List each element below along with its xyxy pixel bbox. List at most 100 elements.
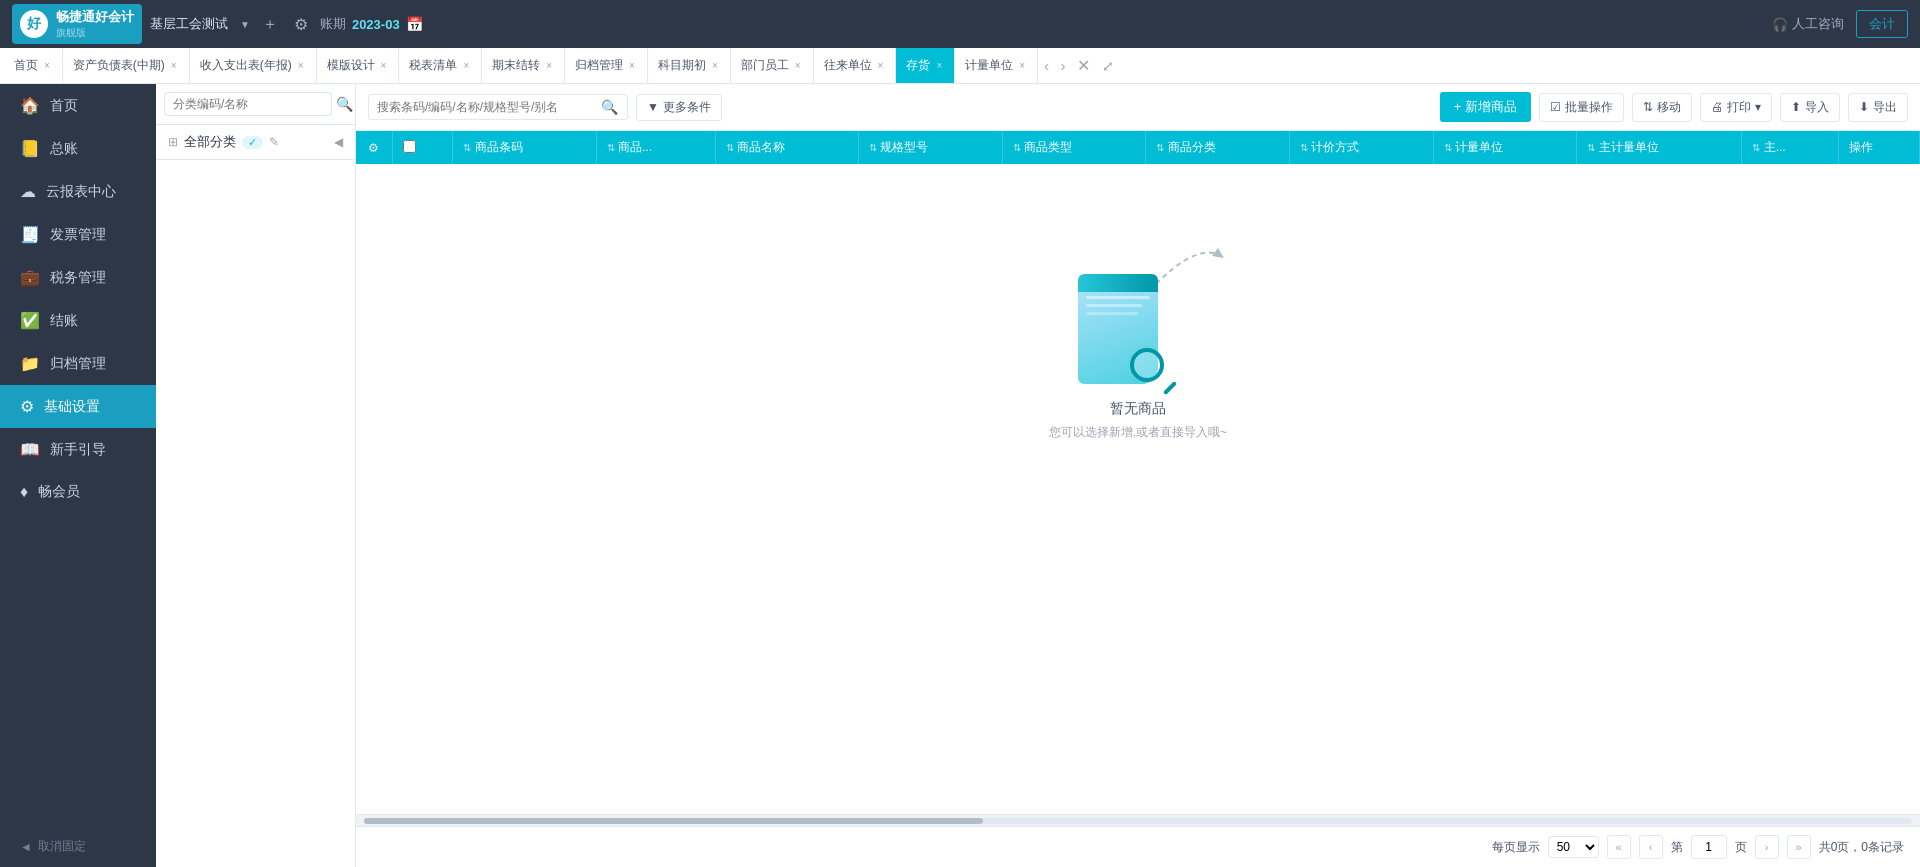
first-page-btn[interactable]: «: [1607, 835, 1631, 859]
tab-template[interactable]: 模版设计 ×: [317, 48, 400, 84]
sort-icon[interactable]: ⇅: [463, 142, 471, 153]
sidebar-item-archive[interactable]: 📁 归档管理: [0, 342, 156, 385]
category-header: ⊞ 全部分类 ✓ ✎ ◀: [156, 125, 355, 160]
sidebar-item-tax[interactable]: 💼 税务管理: [0, 256, 156, 299]
empty-illustration: [1058, 244, 1218, 384]
scrollbar-track[interactable]: [364, 818, 1912, 824]
sort-icon-10[interactable]: ⇅: [1752, 142, 1760, 153]
tab-inventory-close[interactable]: ×: [934, 60, 944, 71]
move-button[interactable]: ⇅ 移动: [1632, 93, 1692, 122]
company-name[interactable]: 基层工会测试: [150, 15, 228, 33]
tab-home-close[interactable]: ×: [42, 60, 52, 71]
export-button[interactable]: ⬇ 导出: [1848, 93, 1908, 122]
tab-tax-close[interactable]: ×: [461, 60, 471, 71]
tab-nav-right[interactable]: ›: [1055, 58, 1072, 74]
calendar-icon[interactable]: 📅: [406, 16, 423, 32]
sort-icon-5[interactable]: ⇅: [1013, 142, 1021, 153]
tab-period-end-close[interactable]: ×: [544, 60, 554, 71]
close-icon: ✅: [20, 311, 40, 330]
horizontal-scrollbar[interactable]: [356, 814, 1920, 826]
select-all-checkbox[interactable]: [403, 140, 416, 153]
sort-icon-8[interactable]: ⇅: [1444, 142, 1452, 153]
company-dropdown-icon[interactable]: ▼: [240, 19, 250, 30]
sidebar-item-member[interactable]: ♦ 畅会员: [0, 471, 156, 513]
main-search-icon[interactable]: 🔍: [601, 99, 618, 115]
tab-expand-icon[interactable]: ⤢: [1096, 58, 1120, 74]
table-settings-icon[interactable]: ⚙: [368, 141, 379, 155]
print-button[interactable]: 🖨 打印 ▾: [1700, 93, 1772, 122]
page-number-input[interactable]: 1: [1691, 835, 1727, 859]
page-label: 第: [1671, 839, 1683, 856]
main-search-box: 🔍: [368, 94, 628, 120]
tab-home-label: 首页: [14, 57, 38, 74]
toolbar: 🔍 ▼ 更多条件 + 新增商品 ☑ 批量操作: [356, 84, 1920, 131]
tab-subject-close[interactable]: ×: [710, 60, 720, 71]
tab-income-close[interactable]: ×: [296, 60, 306, 71]
tab-close-all[interactable]: ✕: [1071, 56, 1096, 75]
sidebar-item-home[interactable]: 🏠 首页: [0, 84, 156, 127]
tab-unit[interactable]: 计量单位 ×: [955, 48, 1038, 84]
main-search-input[interactable]: [377, 100, 597, 114]
sidebar-item-guide[interactable]: 📖 新手引导: [0, 428, 156, 471]
sidebar-item-settings[interactable]: ⚙ 基础设置: [0, 385, 156, 428]
period-value[interactable]: 2023-03: [352, 17, 400, 32]
filter-button[interactable]: ▼ 更多条件: [636, 94, 722, 121]
page-suffix: 页: [1735, 839, 1747, 856]
sort-icon-6[interactable]: ⇅: [1156, 142, 1164, 153]
add-tab-icon[interactable]: ＋: [258, 10, 282, 39]
left-search-box: 🔍: [156, 84, 355, 125]
cloud-icon: ☁: [20, 182, 36, 201]
service-button[interactable]: 🎧 人工咨询: [1772, 15, 1844, 33]
tab-unit-label: 计量单位: [965, 57, 1013, 74]
sort-icon-7[interactable]: ⇅: [1300, 142, 1308, 153]
batch-button[interactable]: ☑ 批量操作: [1539, 93, 1624, 122]
category-search-input[interactable]: [164, 92, 332, 116]
sidebar-item-close[interactable]: ✅ 结账: [0, 299, 156, 342]
settings-icon[interactable]: ⚙: [290, 11, 312, 38]
tab-archive-close[interactable]: ×: [627, 60, 637, 71]
tab-income[interactable]: 收入支出表(年报) ×: [190, 48, 317, 84]
sort-icon-2[interactable]: ⇅: [607, 142, 615, 153]
th-checkbox[interactable]: [392, 131, 453, 164]
tab-subject[interactable]: 科目期初 ×: [648, 48, 731, 84]
th-settings[interactable]: ⚙: [356, 131, 392, 164]
tab-contacts-close[interactable]: ×: [876, 60, 886, 71]
tab-home[interactable]: 首页 ×: [4, 48, 63, 84]
ledger-icon: 📒: [20, 139, 40, 158]
sidebar-item-invoice[interactable]: 🧾 发票管理: [0, 213, 156, 256]
tab-dept[interactable]: 部门员工 ×: [731, 48, 814, 84]
tab-dept-close[interactable]: ×: [793, 60, 803, 71]
prev-page-btn[interactable]: ‹: [1639, 835, 1663, 859]
add-product-button[interactable]: + 新增商品: [1440, 92, 1531, 122]
import-button[interactable]: ⬆ 导入: [1780, 93, 1840, 122]
sidebar-item-report[interactable]: ☁ 云报表中心: [0, 170, 156, 213]
edit-category-icon[interactable]: ✎: [269, 135, 279, 149]
tab-tax[interactable]: 税表清单 ×: [399, 48, 482, 84]
collapse-panel-icon[interactable]: ◀: [334, 135, 343, 149]
tab-unit-close[interactable]: ×: [1017, 60, 1027, 71]
tab-inventory[interactable]: 存货 ×: [896, 48, 955, 84]
sort-icon-9[interactable]: ⇅: [1587, 142, 1595, 153]
tab-balance-close[interactable]: ×: [169, 60, 179, 71]
tab-balance-sheet[interactable]: 资产负债表(中期) ×: [63, 48, 190, 84]
tab-contacts[interactable]: 往来单位 ×: [814, 48, 897, 84]
per-page-select[interactable]: 50 100 200: [1548, 836, 1599, 858]
tab-period-end[interactable]: 期末结转 ×: [482, 48, 565, 84]
cancel-pin-btn[interactable]: ◄ 取消固定: [0, 826, 156, 867]
account-button[interactable]: 会计: [1856, 10, 1908, 38]
sort-icon-3[interactable]: ⇅: [726, 142, 734, 153]
actions-right: + 新增商品 ☑ 批量操作 ⇅ 移动 🖨 打印: [1440, 92, 1908, 122]
tab-template-close[interactable]: ×: [379, 60, 389, 71]
sidebar-label-archive: 归档管理: [50, 355, 106, 373]
sort-icon-4[interactable]: ⇅: [869, 142, 877, 153]
cancel-pin-label: 取消固定: [38, 838, 86, 855]
scrollbar-thumb[interactable]: [364, 818, 983, 824]
tab-nav-left[interactable]: ‹: [1038, 58, 1055, 74]
tab-archive[interactable]: 归档管理 ×: [565, 48, 648, 84]
left-search-icon[interactable]: 🔍: [336, 96, 353, 112]
next-page-btn[interactable]: ›: [1755, 835, 1779, 859]
sidebar-item-ledger[interactable]: 📒 总账: [0, 127, 156, 170]
magnify-glass: [1130, 348, 1174, 392]
last-page-btn[interactable]: »: [1787, 835, 1811, 859]
logo-text-block: 畅捷通好会计 旗舰版: [56, 8, 134, 40]
